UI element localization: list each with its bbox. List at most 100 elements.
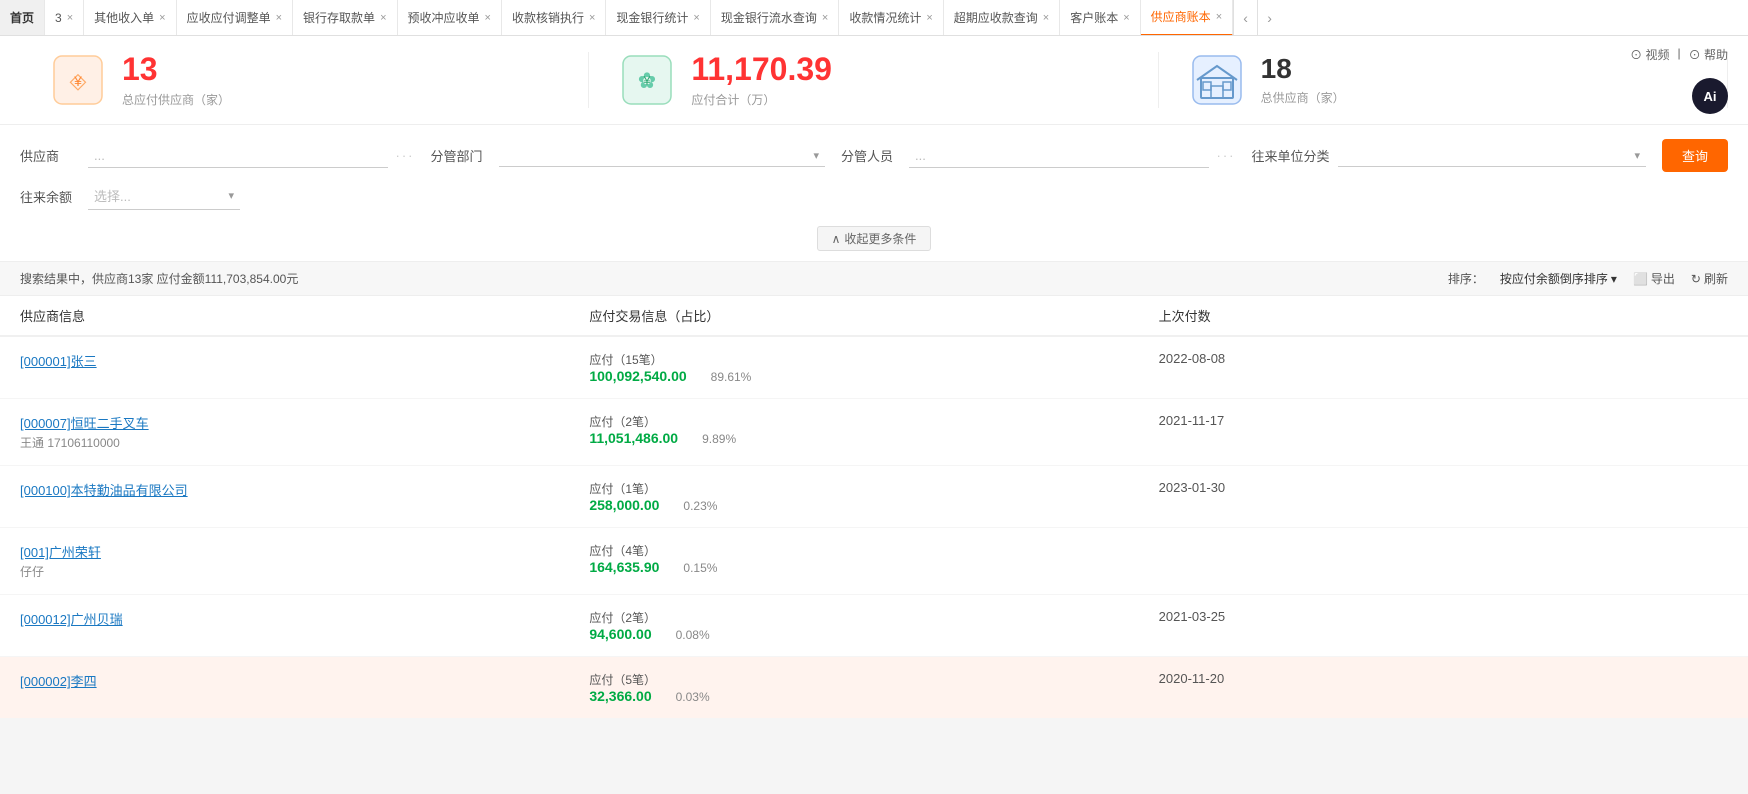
supplier-filter-input[interactable] bbox=[88, 144, 388, 168]
results-actions: 排序： 按应付余额倒序排序 ▾ ⬜ 导出 ↻ 刷新 bbox=[1448, 270, 1728, 287]
txn-info-cell: 应付（1笔） 258,000.00 0.23% bbox=[589, 480, 1158, 513]
nav-tab-bank-deposit[interactable]: 银行存取款单 × bbox=[293, 0, 397, 36]
nav-tab-home[interactable]: 首页 bbox=[0, 0, 45, 36]
txn-amount[interactable]: 100,092,540.00 bbox=[589, 368, 686, 384]
txn-amount-row: 164,635.90 0.15% bbox=[589, 559, 1158, 575]
dept-chevron-icon: ▾ bbox=[813, 149, 819, 162]
nav-tab-collection-exec[interactable]: 收款核销执行 × bbox=[502, 0, 606, 36]
sort-label: 排序： bbox=[1448, 270, 1484, 287]
nav-tab-customer-ledger[interactable]: 客户账本 × bbox=[1060, 0, 1140, 36]
table-row: [000001]张三 应付（15笔） 100,092,540.00 89.61%… bbox=[0, 337, 1748, 399]
nav-tab-collection-stat[interactable]: 收款情况统计 × bbox=[839, 0, 943, 36]
nav-tab-collection-stat-close[interactable]: × bbox=[926, 12, 932, 24]
nav-tab-overdue-ar-close[interactable]: × bbox=[1043, 12, 1049, 24]
nav-tab-ar-ap-adjust-close[interactable]: × bbox=[276, 12, 282, 24]
nav-tab-pre-ar-close[interactable]: × bbox=[485, 12, 491, 24]
nav-tab-customer-ledger-close[interactable]: × bbox=[1123, 12, 1129, 24]
nav-tab-cash-bank-stat-close[interactable]: × bbox=[693, 12, 699, 24]
refresh-icon: ↻ bbox=[1691, 272, 1701, 286]
supplier-name-link[interactable]: [000002]李四 bbox=[20, 674, 97, 689]
ap-amount-label: 应付合计（万） bbox=[691, 91, 832, 108]
category-filter-select[interactable]: ▾ bbox=[1338, 145, 1646, 167]
total-suppliers-number: 18 bbox=[1261, 54, 1345, 85]
ap-amount-icon: ✿ ¥ bbox=[619, 52, 675, 108]
txn-amount[interactable]: 258,000.00 bbox=[589, 497, 659, 513]
supplier-info-cell: [000002]李四 bbox=[20, 671, 589, 690]
balance-chevron-icon: ▾ bbox=[228, 189, 234, 202]
balance-filter-label: 往来余额 bbox=[20, 187, 80, 206]
nav-tab-bank-deposit-close[interactable]: × bbox=[380, 12, 386, 24]
ap-suppliers-label: 总应付供应商（家） bbox=[122, 91, 230, 108]
last-pay-date: 2022-08-08 bbox=[1159, 351, 1226, 366]
nav-tab-cash-bank-stat-label: 现金银行统计 bbox=[616, 9, 688, 26]
svg-text:¥: ¥ bbox=[73, 73, 82, 89]
summary-info-ap-amount: 11,170.39 应付合计（万） bbox=[691, 52, 832, 108]
table-row: [000002]李四 应付（5笔） 32,366.00 0.03% 2020-1… bbox=[0, 657, 1748, 719]
nav-tab-cash-bank-flow-close[interactable]: × bbox=[822, 12, 828, 24]
filter-item-person: 分管人员 ··· bbox=[841, 144, 1236, 168]
txn-amount-row: 100,092,540.00 89.61% bbox=[589, 368, 1158, 384]
nav-tab-collection-exec-close[interactable]: × bbox=[589, 12, 595, 24]
txn-amount[interactable]: 11,051,486.00 bbox=[589, 430, 678, 446]
nav-tab-pre-ar[interactable]: 预收冲应收单 × bbox=[398, 0, 502, 36]
category-filter-label: 往来单位分类 bbox=[1252, 146, 1330, 165]
nav-tab-supplier-ledger-close[interactable]: × bbox=[1216, 11, 1222, 23]
export-btn-label: 导出 bbox=[1651, 270, 1675, 287]
balance-filter-select[interactable]: 选择... ▾ bbox=[88, 182, 240, 210]
help-link[interactable]: ⊙ 帮助 bbox=[1689, 46, 1728, 63]
query-button[interactable]: 查询 bbox=[1662, 139, 1728, 172]
sort-select[interactable]: 按应付余额倒序排序 ▾ bbox=[1500, 270, 1617, 287]
nav-tab-overdue-ar[interactable]: 超期应收款查询 × bbox=[944, 0, 1060, 36]
nav-tab-3[interactable]: 3 × bbox=[45, 0, 84, 36]
txn-amount[interactable]: 94,600.00 bbox=[589, 626, 651, 642]
last-pay-cell: 2021-11-17 bbox=[1159, 413, 1728, 428]
nav-tab-other-income-close[interactable]: × bbox=[159, 12, 165, 24]
nav-prev-arrow[interactable]: ‹ bbox=[1233, 0, 1257, 36]
txn-amount[interactable]: 32,366.00 bbox=[589, 688, 651, 704]
nav-tab-supplier-ledger-label: 供应商账本 bbox=[1151, 8, 1211, 25]
ai-button[interactable]: Ai bbox=[1692, 78, 1728, 114]
nav-tab-collection-stat-label: 收款情况统计 bbox=[849, 9, 921, 26]
supplier-name-link[interactable]: [000100]本特勤油品有限公司 bbox=[20, 483, 188, 498]
filter-item-category: 往来单位分类 ▾ bbox=[1252, 145, 1647, 167]
video-link[interactable]: ⊙ 视频 bbox=[1630, 46, 1669, 63]
nav-tab-supplier-ledger[interactable]: 供应商账本 × bbox=[1141, 0, 1233, 36]
txn-label: 应付（2笔） bbox=[589, 413, 1158, 430]
txn-info-cell: 应付（5笔） 32,366.00 0.03% bbox=[589, 671, 1158, 704]
summary-card-ap-amount: ✿ ¥ 11,170.39 应付合计（万） bbox=[589, 52, 1158, 108]
txn-amount-row: 94,600.00 0.08% bbox=[589, 626, 1158, 642]
txn-label: 应付（15笔） bbox=[589, 351, 1158, 368]
chevron-right-icon: › bbox=[1267, 10, 1272, 26]
export-icon: ⬜ bbox=[1633, 272, 1648, 286]
txn-percent: 0.08% bbox=[676, 628, 710, 642]
filter-area: 供应商 ··· 分管部门 ▾ 分管人员 ··· 往来单位分类 ▾ 查询 往来 bbox=[0, 125, 1748, 262]
txn-label: 应付（5笔） bbox=[589, 671, 1158, 688]
person-filter-input[interactable] bbox=[909, 144, 1209, 168]
nav-tab-cash-bank-flow-label: 现金银行流水查询 bbox=[721, 9, 817, 26]
collapse-button[interactable]: ∧ 收起更多条件 bbox=[817, 226, 932, 251]
txn-percent: 0.23% bbox=[683, 499, 717, 513]
txn-label: 应付（2笔） bbox=[589, 609, 1158, 626]
nav-next-arrow[interactable]: › bbox=[1257, 0, 1281, 36]
supplier-name-link[interactable]: [000001]张三 bbox=[20, 354, 97, 369]
dept-filter-select[interactable]: ▾ bbox=[499, 145, 826, 167]
nav-tab-other-income[interactable]: 其他收入单 × bbox=[84, 0, 176, 36]
nav-tab-ar-ap-adjust-label: 应收应付调整单 bbox=[187, 9, 271, 26]
ap-suppliers-number: 13 bbox=[122, 52, 230, 87]
export-button[interactable]: ⬜ 导出 bbox=[1633, 270, 1675, 287]
txn-amount-row: 11,051,486.00 9.89% bbox=[589, 430, 1158, 446]
filter-row-1: 供应商 ··· 分管部门 ▾ 分管人员 ··· 往来单位分类 ▾ 查询 bbox=[20, 139, 1728, 172]
nav-tab-cash-bank-stat[interactable]: 现金银行统计 × bbox=[606, 0, 710, 36]
txn-amount[interactable]: 164,635.90 bbox=[589, 559, 659, 575]
supplier-name-link[interactable]: [000012]广州贝瑞 bbox=[20, 612, 123, 627]
supplier-name-link[interactable]: [000007]恒旺二手叉车 bbox=[20, 416, 149, 431]
txn-percent: 0.03% bbox=[676, 690, 710, 704]
table-row: [001]广州荣轩 仔仔 应付（4笔） 164,635.90 0.15% bbox=[0, 528, 1748, 595]
nav-tab-3-close[interactable]: × bbox=[67, 12, 73, 24]
refresh-button[interactable]: ↻ 刷新 bbox=[1691, 270, 1728, 287]
filter-item-balance: 往来余额 选择... ▾ bbox=[20, 182, 240, 210]
nav-tab-ar-ap-adjust[interactable]: 应收应付调整单 × bbox=[177, 0, 293, 36]
results-bar: 搜索结果中，供应商13家 应付金额111,703,854.00元 排序： 按应付… bbox=[0, 262, 1748, 296]
nav-tab-cash-bank-flow[interactable]: 现金银行流水查询 × bbox=[711, 0, 839, 36]
supplier-name-link[interactable]: [001]广州荣轩 bbox=[20, 545, 101, 560]
